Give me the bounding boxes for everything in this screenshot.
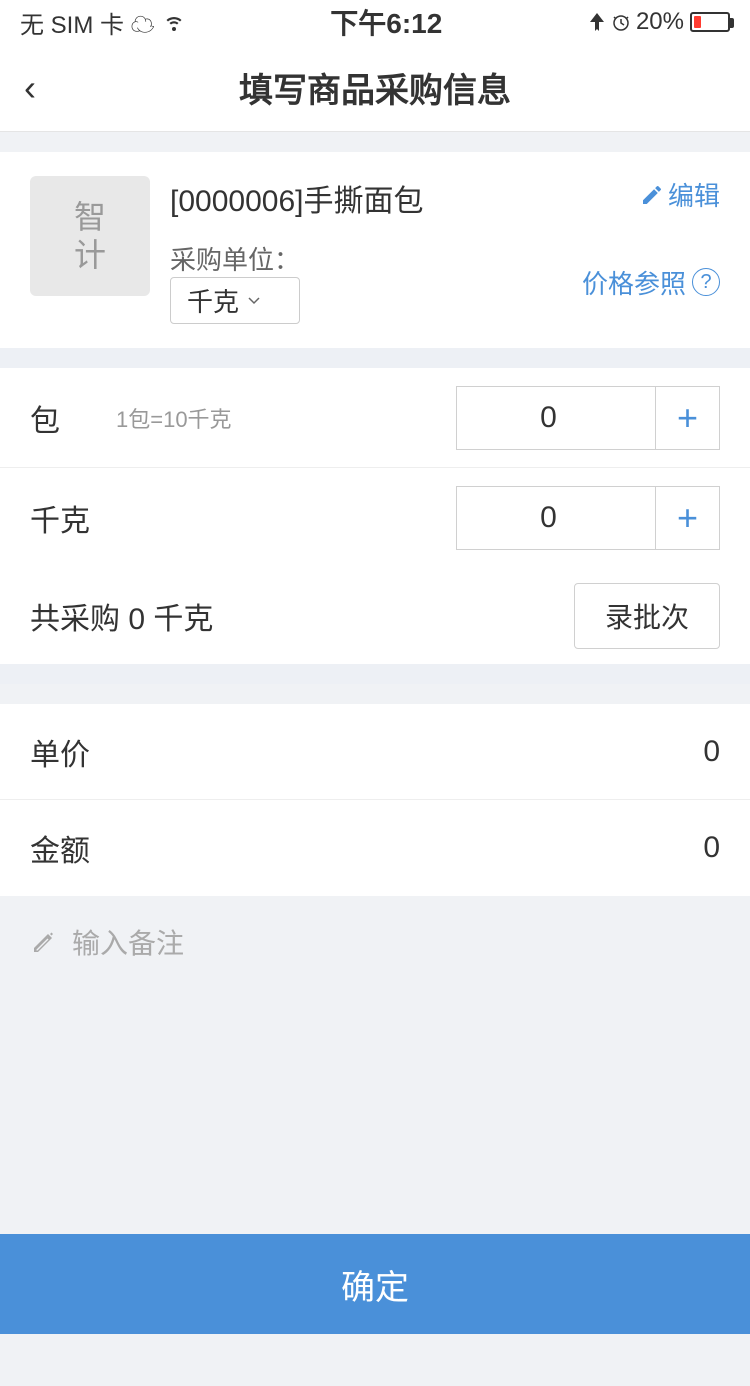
pack-row: 包 1包=10千克 + — [0, 368, 750, 468]
status-time: 下午6:12 — [330, 2, 442, 42]
pack-input[interactable] — [456, 386, 656, 450]
nav-bar: ‹ 填写商品采购信息 — [0, 44, 750, 132]
status-left: 无 SIM 卡 ☁ — [20, 5, 185, 40]
unit-select[interactable]: 千克 — [170, 277, 300, 324]
product-thumbnail: 智 计 — [30, 176, 150, 296]
unit-label: 采购单位： — [170, 245, 300, 275]
notes-section[interactable]: 输入备注 — [0, 898, 750, 986]
amount-row: 金额 0 — [0, 800, 750, 896]
unit-price-row: 单价 0 — [0, 704, 750, 800]
sim-label: 无 SIM 卡 ☁ — [20, 5, 155, 40]
input-section: 包 1包=10千克 + 千克 + — [0, 368, 750, 568]
status-right: 20% — [588, 8, 730, 36]
confirm-button[interactable]: 确定 — [0, 1234, 750, 1334]
product-logo: 智 计 — [74, 198, 106, 275]
pack-label: 包 — [30, 396, 110, 440]
product-card: 智 计 [0000006]手撕面包 编辑 采购单位： 千克 — [0, 152, 750, 348]
unit-price-label: 单价 — [30, 730, 90, 774]
price-ref-button[interactable]: 价格参照 ? — [582, 264, 720, 301]
summary-text: 共采购 0 千克 — [30, 594, 213, 638]
notes-placeholder: 输入备注 — [72, 922, 184, 962]
unit-price-value: 0 — [703, 735, 720, 769]
summary-row: 共采购 0 千克 录批次 — [0, 568, 750, 664]
alarm-icon — [612, 13, 630, 31]
wifi-icon — [163, 13, 185, 31]
kg-input[interactable] — [456, 486, 656, 550]
unit-value: 千克 — [187, 282, 239, 319]
kg-label: 千克 — [30, 496, 110, 540]
help-icon: ? — [692, 268, 720, 296]
edit-icon — [640, 183, 664, 207]
kg-plus-button[interactable]: + — [656, 486, 720, 550]
chevron-down-icon — [245, 292, 263, 310]
edit-button[interactable]: 编辑 — [640, 176, 720, 213]
price-ref-label: 价格参照 — [582, 264, 686, 301]
edit-label: 编辑 — [668, 176, 720, 213]
battery-icon — [690, 12, 730, 32]
section-divider-2 — [0, 664, 750, 684]
amount-label: 金额 — [30, 826, 90, 870]
pack-sub: 1包=10千克 — [116, 402, 232, 434]
status-bar: 无 SIM 卡 ☁ 下午6:12 20% — [0, 0, 750, 44]
location-icon — [588, 13, 606, 31]
batch-button[interactable]: 录批次 — [574, 583, 720, 649]
back-button[interactable]: ‹ — [24, 67, 36, 109]
pencil-icon — [30, 928, 58, 956]
section-divider-1 — [0, 348, 750, 368]
kg-row: 千克 + — [0, 468, 750, 568]
battery-text: 20% — [636, 8, 684, 36]
product-info: [0000006]手撕面包 编辑 采购单位： 千克 — [170, 176, 720, 324]
price-section: 单价 0 金额 0 — [0, 704, 750, 896]
product-name: [0000006]手撕面包 — [170, 176, 423, 220]
pack-plus-button[interactable]: + — [656, 386, 720, 450]
amount-value: 0 — [703, 831, 720, 865]
page-title: 填写商品采购信息 — [239, 63, 511, 112]
